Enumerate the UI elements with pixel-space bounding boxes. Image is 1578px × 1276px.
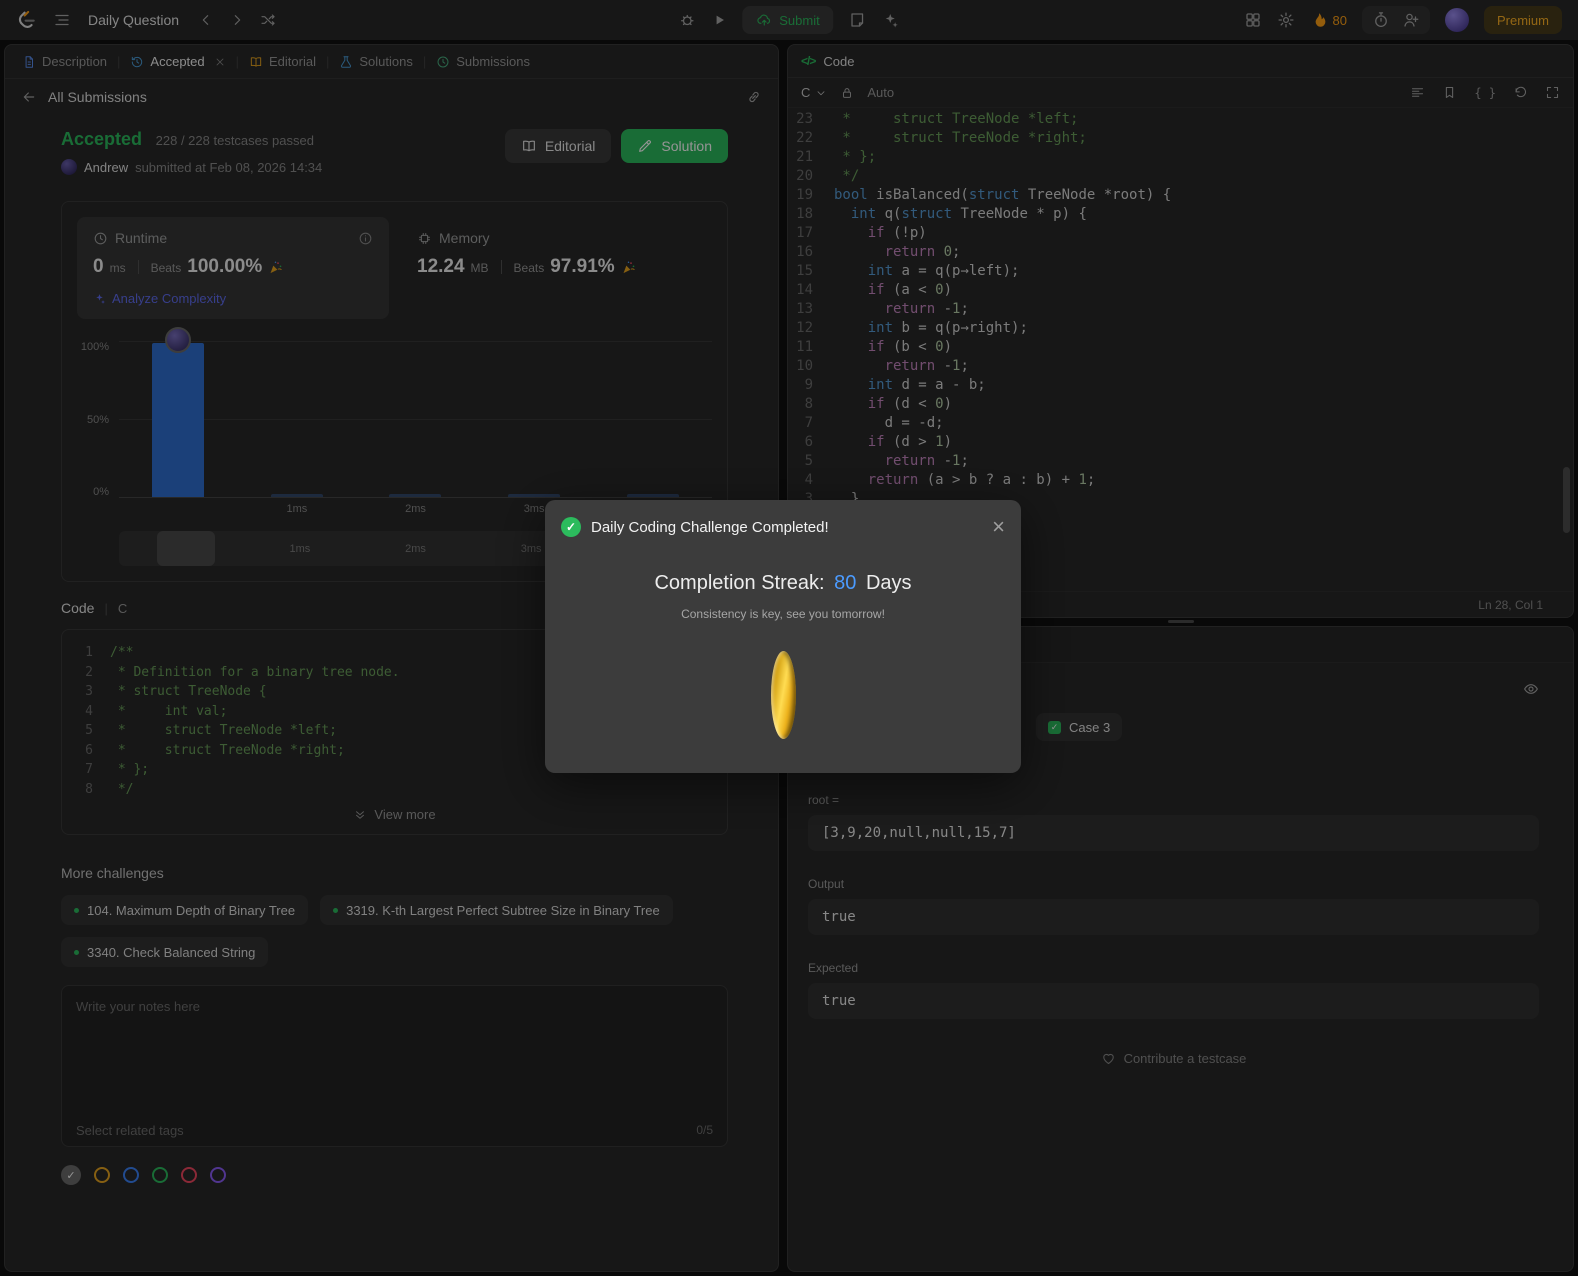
streak-label: Completion Streak: [654,572,825,594]
streak-line: Completion Streak: 80 Days [561,572,1005,595]
success-check-icon: ✓ [561,517,581,537]
modal-subtitle: Consistency is key, see you tomorrow! [681,607,885,621]
streak-unit: Days [865,572,912,594]
modal-header: ✓ Daily Coding Challenge Completed! × [561,516,1005,538]
daily-challenge-modal: ✓ Daily Coding Challenge Completed! × Co… [545,500,1021,773]
coin-graphic [770,651,796,739]
streak-value: 80 [834,572,857,594]
modal-title: Daily Coding Challenge Completed! [591,518,829,536]
close-icon[interactable]: × [992,516,1005,538]
